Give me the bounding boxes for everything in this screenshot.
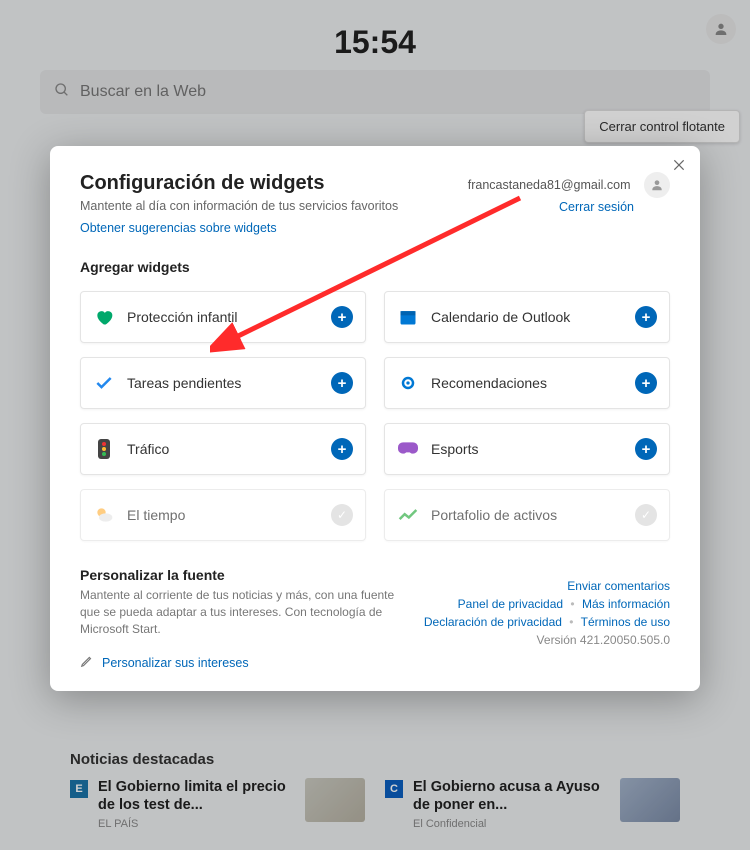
add-widget-button[interactable]: +: [331, 372, 353, 394]
esports-icon: [397, 438, 419, 460]
terms-link[interactable]: Términos de uso: [581, 615, 670, 629]
widget-label: Calendario de Outlook: [431, 309, 635, 325]
version-label: Versión 421.20050.505.0: [424, 633, 670, 647]
close-modal-button[interactable]: [672, 158, 686, 177]
widget-added-indicator: ✓: [331, 504, 353, 526]
widget-label: Protección infantil: [127, 309, 331, 325]
add-widget-button[interactable]: +: [635, 438, 657, 460]
widget-label: Tráfico: [127, 441, 331, 457]
widget-row-todo[interactable]: Tareas pendientes +: [80, 357, 366, 409]
widget-row-weather[interactable]: El tiempo ✓: [80, 489, 366, 541]
feedback-link[interactable]: Enviar comentarios: [567, 579, 670, 593]
footer-links: Enviar comentarios Panel de privacidad •…: [424, 579, 670, 647]
personalize-interests-link[interactable]: Personalizar sus intereses: [80, 654, 249, 671]
widget-grid: Protección infantil + Calendario de Outl…: [80, 291, 670, 541]
stocks-icon: [397, 504, 419, 526]
account-block: francastaneda81@gmail.com Cerrar sesión: [468, 172, 670, 214]
widget-label: Recomendaciones: [431, 375, 635, 391]
widget-row-esports[interactable]: Esports +: [384, 423, 670, 475]
add-widget-button[interactable]: +: [635, 306, 657, 328]
personalize-description: Mantente al corriente de tus noticias y …: [80, 587, 400, 637]
add-widget-button[interactable]: +: [331, 306, 353, 328]
calendar-icon: [397, 306, 419, 328]
tips-icon: [397, 372, 419, 394]
signout-link[interactable]: Cerrar sesión: [468, 200, 634, 214]
widget-row-traffic[interactable]: Tráfico +: [80, 423, 366, 475]
widget-settings-modal: Configuración de widgets Mantente al día…: [50, 146, 700, 691]
widget-row-stocks[interactable]: Portafolio de activos ✓: [384, 489, 670, 541]
widget-label: Tareas pendientes: [127, 375, 331, 391]
privacy-panel-link[interactable]: Panel de privacidad: [458, 597, 563, 611]
account-avatar[interactable]: [644, 172, 670, 198]
pencil-icon: [80, 654, 94, 671]
suggestions-link[interactable]: Obtener sugerencias sobre widgets: [80, 221, 277, 235]
widget-label: Esports: [431, 441, 635, 457]
add-widgets-label: Agregar widgets: [80, 259, 670, 275]
widget-row-family[interactable]: Protección infantil +: [80, 291, 366, 343]
traffic-icon: [93, 438, 115, 460]
add-widget-button[interactable]: +: [331, 438, 353, 460]
widget-row-calendar[interactable]: Calendario de Outlook +: [384, 291, 670, 343]
add-widget-button[interactable]: +: [635, 372, 657, 394]
widget-row-tips[interactable]: Recomendaciones +: [384, 357, 670, 409]
widget-added-indicator: ✓: [635, 504, 657, 526]
widget-label: Portafolio de activos: [431, 507, 635, 523]
close-icon: [672, 158, 686, 172]
more-info-link[interactable]: Más información: [582, 597, 670, 611]
family-icon: [93, 306, 115, 328]
privacy-declaration-link[interactable]: Declaración de privacidad: [424, 615, 562, 629]
weather-icon: [93, 504, 115, 526]
todo-icon: [93, 372, 115, 394]
widget-label: El tiempo: [127, 507, 331, 523]
person-icon: [650, 178, 664, 192]
personalize-interests-label: Personalizar sus intereses: [102, 656, 249, 670]
account-email: francastaneda81@gmail.com: [468, 178, 631, 192]
